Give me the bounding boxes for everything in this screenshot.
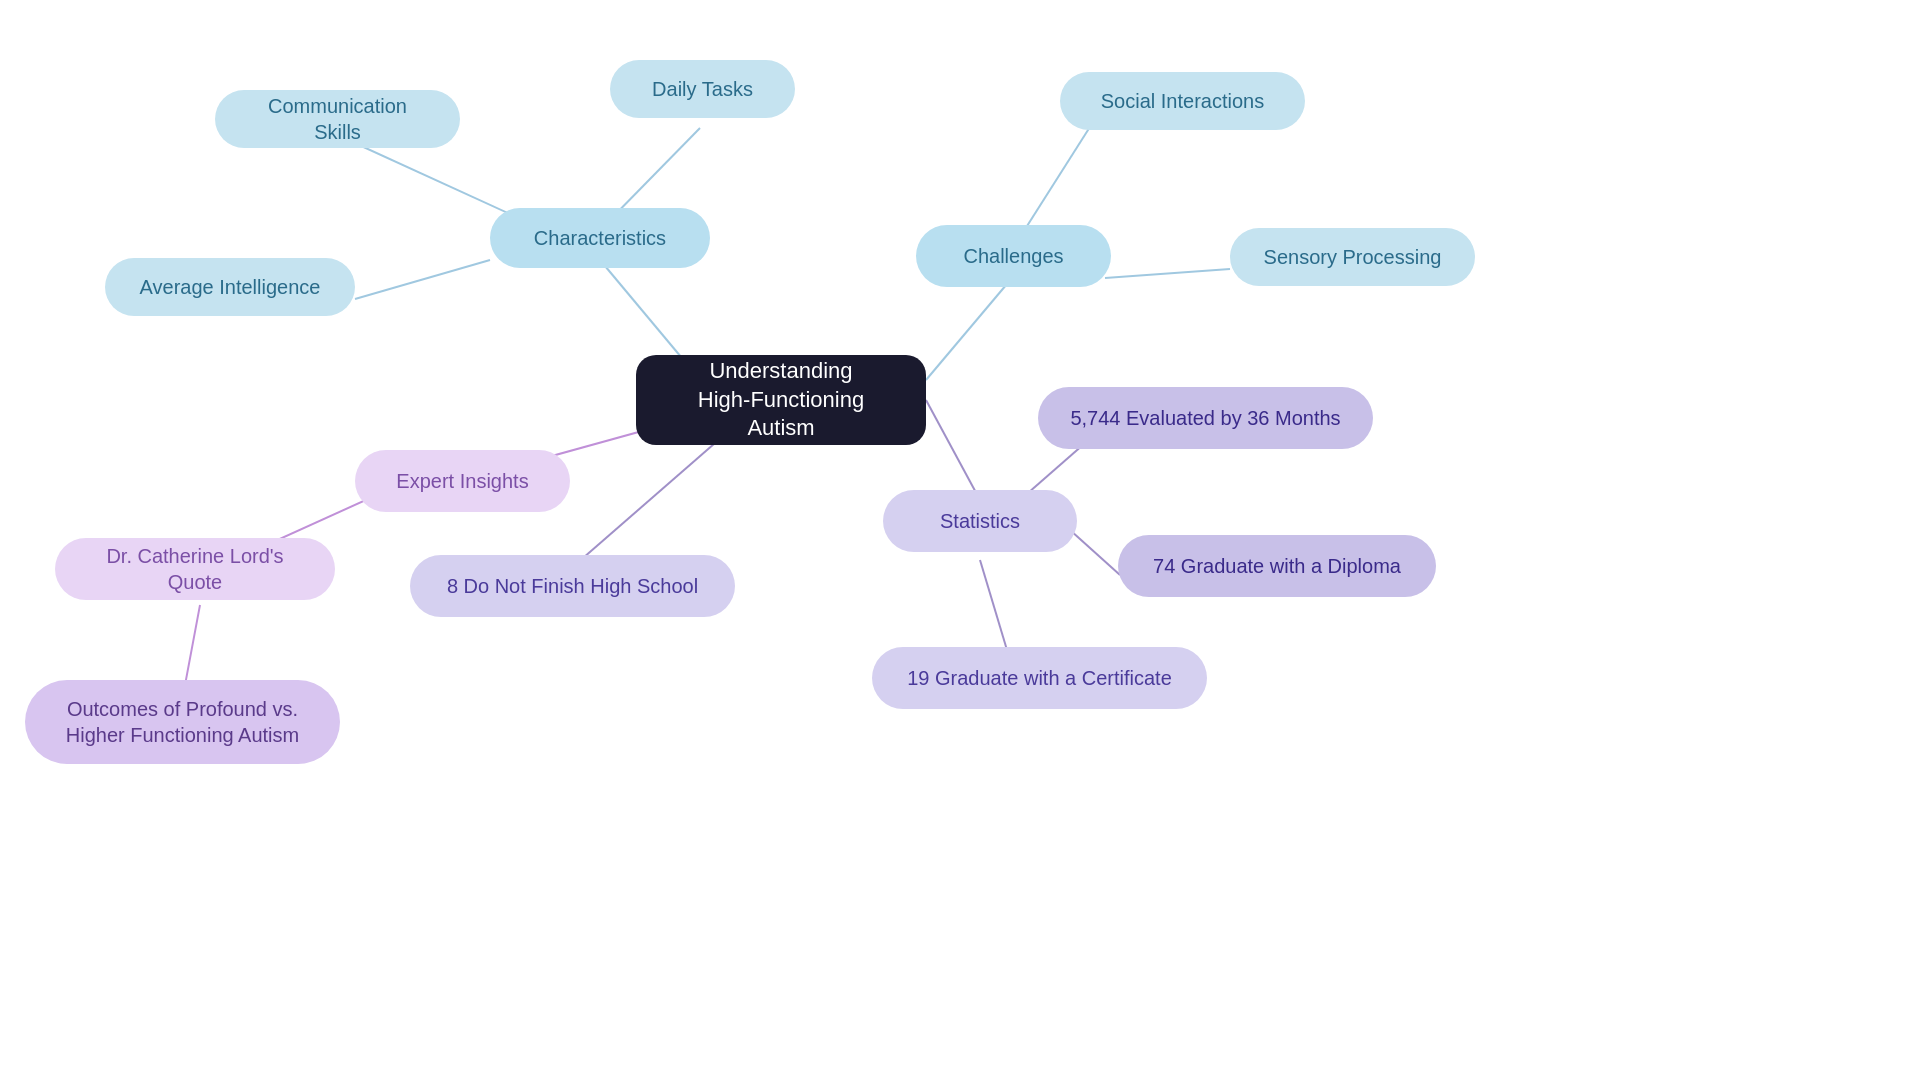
- challenges-node: Challenges: [916, 225, 1111, 287]
- statistics-node: Statistics: [883, 490, 1077, 552]
- svg-line-6: [1105, 269, 1230, 278]
- outcomes-node: Outcomes of Profound vs. Higher Function…: [25, 680, 340, 764]
- daily-tasks-node: Daily Tasks: [610, 60, 795, 118]
- svg-line-13: [980, 560, 1010, 660]
- do-not-finish-node: 8 Do Not Finish High School: [410, 555, 735, 617]
- evaluated-node: 5,744 Evaluated by 36 Months: [1038, 387, 1373, 449]
- average-intelligence-node: Average Intelligence: [105, 258, 355, 316]
- svg-line-14: [575, 430, 730, 565]
- characteristics-node: Characteristics: [490, 208, 710, 268]
- center-node: Understanding High-Functioning Autism: [636, 355, 926, 445]
- graduate-diploma-node: 74 Graduate with a Diploma: [1118, 535, 1436, 597]
- communication-skills-node: Communication Skills: [215, 90, 460, 148]
- graduate-certificate-node: 19 Graduate with a Certificate: [872, 647, 1207, 709]
- dr-quote-node: Dr. Catherine Lord's Quote: [55, 538, 335, 600]
- mind-map: Understanding High-Functioning Autism Ch…: [0, 0, 1920, 1083]
- svg-line-4: [926, 278, 1012, 380]
- social-interactions-node: Social Interactions: [1060, 72, 1305, 130]
- svg-line-10: [926, 400, 980, 500]
- svg-line-9: [185, 605, 200, 685]
- sensory-processing-node: Sensory Processing: [1230, 228, 1475, 286]
- svg-line-3: [355, 260, 490, 299]
- expert-insights-node: Expert Insights: [355, 450, 570, 512]
- svg-line-12: [1070, 530, 1120, 575]
